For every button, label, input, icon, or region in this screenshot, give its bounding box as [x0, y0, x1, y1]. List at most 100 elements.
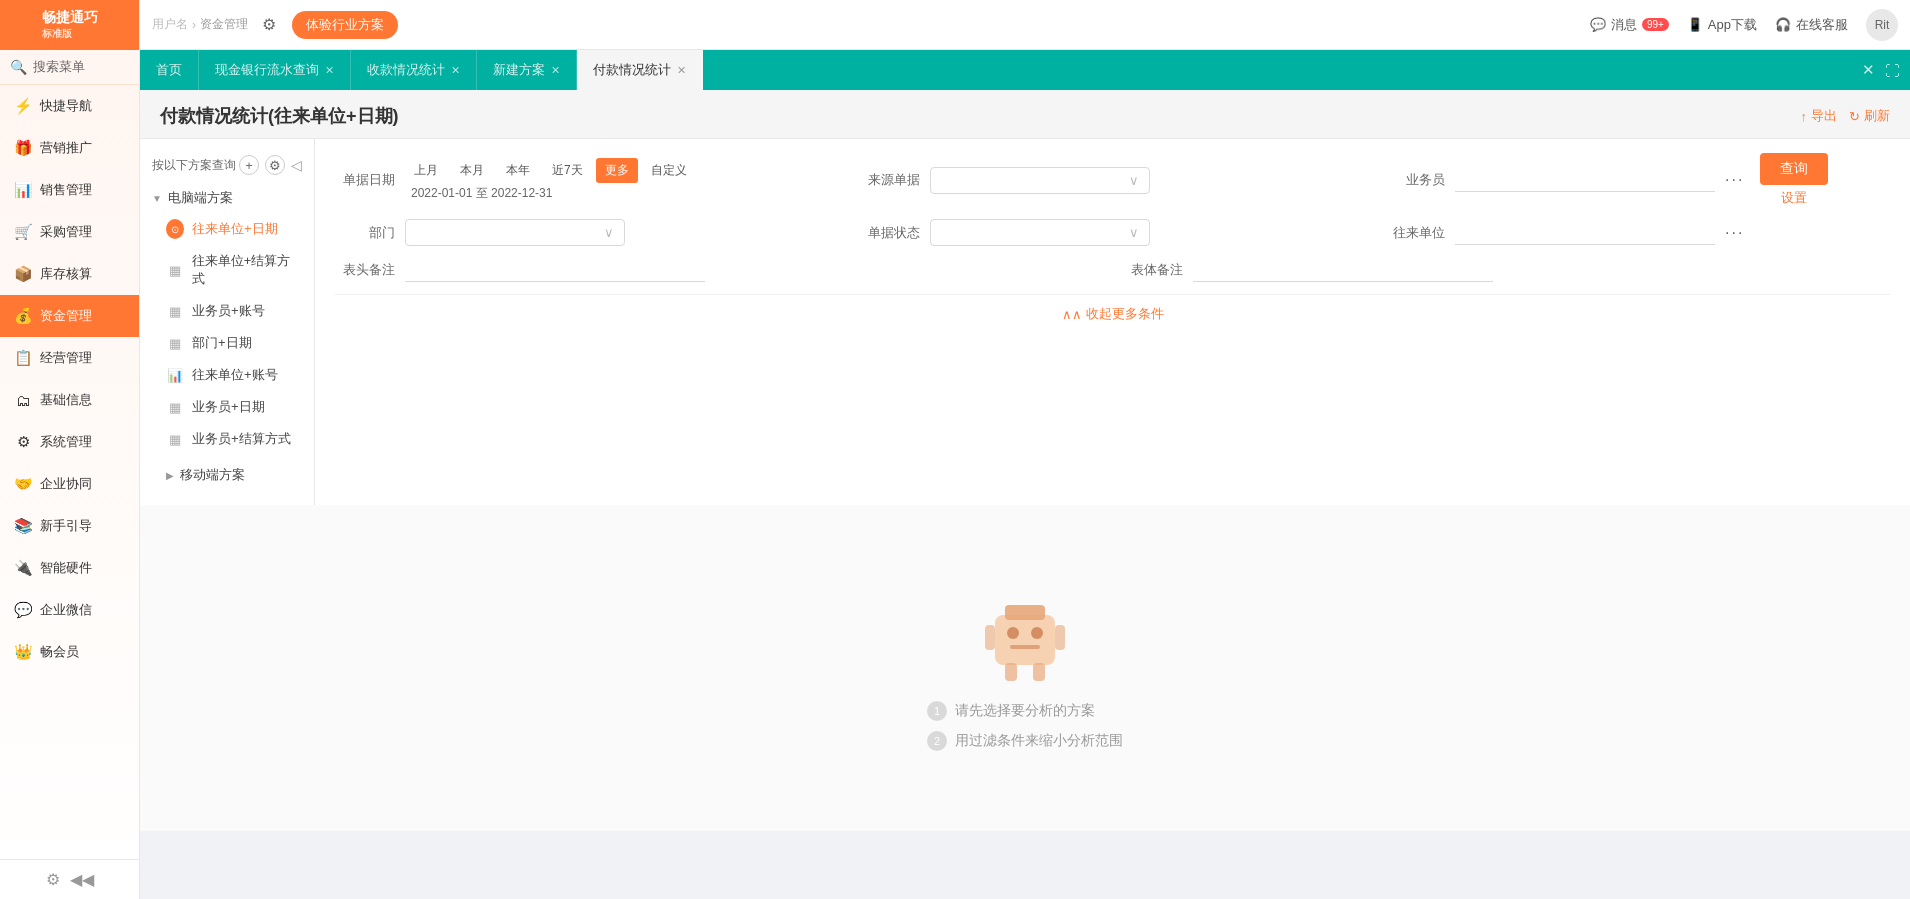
sidebar-item-quick-nav[interactable]: ⚡ 快捷导航: [0, 85, 139, 127]
scheme-item-dept-date[interactable]: ▦ 部门+日期: [140, 327, 314, 359]
marketing-icon: 🎁: [14, 139, 32, 157]
message-btn[interactable]: 💬 消息 99+: [1590, 16, 1669, 34]
date-filter-label: 单据日期: [335, 171, 395, 189]
filter-area: 单据日期 上月 本月 本年 近7天 更多 自定义 2022-01-01 至 20…: [315, 139, 1910, 505]
scheme-add-btn[interactable]: +: [239, 155, 259, 175]
tab-payment-close[interactable]: ✕: [677, 64, 686, 77]
sidebar-item-sales[interactable]: 📊 销售管理: [0, 169, 139, 211]
industry-btn[interactable]: 体验行业方案: [292, 11, 398, 39]
system-icon: ⚙: [14, 433, 32, 451]
scheme-item-salesman-account[interactable]: ▦ 业务员+账号: [140, 295, 314, 327]
sidebar-item-label: 库存核算: [40, 265, 92, 283]
header-note-input[interactable]: [405, 258, 705, 282]
scheme-item-label: 部门+日期: [192, 334, 252, 352]
salesman-dots[interactable]: ···: [1725, 171, 1744, 189]
sidebar-settings-btn[interactable]: ⚙: [46, 870, 60, 889]
export-label: 导出: [1811, 107, 1837, 125]
tab-collection[interactable]: 收款情况统计 ✕: [351, 50, 477, 90]
breadcrumb-user: 用户名: [152, 16, 188, 33]
status-filter-label: 单据状态: [860, 224, 920, 242]
sidebar-collapse-btn[interactable]: ◀◀: [70, 870, 94, 889]
message-icon: 💬: [1590, 17, 1606, 32]
app-label: App下载: [1708, 16, 1757, 34]
partner-dots[interactable]: ···: [1725, 224, 1744, 242]
scheme-item-salesman-date[interactable]: ▦ 业务员+日期: [140, 391, 314, 423]
service-btn[interactable]: 🎧 在线客服: [1775, 16, 1848, 34]
sidebar-item-label: 采购管理: [40, 223, 92, 241]
sidebar-item-basic[interactable]: 🗂 基础信息: [0, 379, 139, 421]
status-select[interactable]: ∨: [930, 219, 1150, 246]
body-note-input[interactable]: [1193, 258, 1493, 282]
tab-bank-flow[interactable]: 现金银行流水查询 ✕: [199, 50, 351, 90]
date-btn-this-month[interactable]: 本月: [451, 158, 493, 183]
date-btn-custom[interactable]: 自定义: [642, 158, 696, 183]
export-btn[interactable]: ↑ 导出: [1801, 107, 1838, 125]
sidebar-search[interactable]: 🔍 搜索菜单: [0, 50, 139, 85]
sidebar-item-enterprise[interactable]: 🤝 企业协同: [0, 463, 139, 505]
date-btn-7days[interactable]: 近7天: [543, 158, 592, 183]
sidebar-item-purchase[interactable]: 🛒 采购管理: [0, 211, 139, 253]
sidebar-item-label: 经营管理: [40, 349, 92, 367]
partner-filter-label: 往来单位: [1385, 224, 1445, 242]
scheme-item-label: 往来单位+账号: [192, 366, 278, 384]
empty-text: 1 请先选择要分析的方案 2 用过滤条件来缩小分析范围: [927, 701, 1123, 751]
scheme-item-partner-settle[interactable]: ▦ 往来单位+结算方式: [140, 245, 314, 295]
tabbar-close-all-icon[interactable]: ✕: [1862, 61, 1875, 79]
query-btn[interactable]: 查询: [1760, 153, 1828, 185]
content-area: 按以下方案查询 + ⚙ ◁ ▼ 电脑端方案: [140, 139, 1910, 505]
tab-collection-close[interactable]: ✕: [451, 64, 460, 77]
scheme-settings-btn[interactable]: ⚙: [265, 155, 285, 175]
sidebar-item-system[interactable]: ⚙ 系统管理: [0, 421, 139, 463]
dept-filter-label: 部门: [335, 224, 395, 242]
sidebar-item-label: 资金管理: [40, 307, 92, 325]
scheme-group-mobile: ▶ 移动端方案: [140, 459, 314, 491]
sidebar-item-hardware[interactable]: 🔌 智能硬件: [0, 547, 139, 589]
scheme-item-salesman-settle[interactable]: ▦ 业务员+结算方式: [140, 423, 314, 455]
empty-step-2: 2 用过滤条件来缩小分析范围: [927, 731, 1123, 751]
source-select[interactable]: ∨: [930, 167, 1150, 194]
page-header: 付款情况统计(往来单位+日期) ↑ 导出 ↻ 刷新: [140, 90, 1910, 139]
sidebar-item-guide[interactable]: 📚 新手引导: [0, 505, 139, 547]
scheme-group-mobile-title[interactable]: ▶ 移动端方案: [140, 459, 314, 491]
date-btn-more[interactable]: 更多: [596, 158, 638, 183]
tab-bank-flow-close[interactable]: ✕: [325, 64, 334, 77]
add-icon: +: [245, 158, 253, 173]
user-avatar[interactable]: Rit: [1866, 9, 1898, 41]
logo-name: 畅捷通巧: [42, 9, 98, 27]
scheme-group-desktop: ▼ 电脑端方案 ⊙ 往来单位+日期 ▦ 往来单位+结算方式 ▦ 业务员+账号: [140, 183, 314, 455]
tab-payment[interactable]: 付款情况统计 ✕: [577, 50, 703, 90]
tabbar-expand-icon[interactable]: ⛶: [1885, 62, 1900, 79]
app-download-btn[interactable]: 📱 App下载: [1687, 16, 1757, 34]
svg-point-3: [1031, 627, 1043, 639]
sidebar-item-marketing[interactable]: 🎁 营销推广: [0, 127, 139, 169]
sidebar-item-wechat[interactable]: 💬 企业微信: [0, 589, 139, 631]
tab-new-scheme-close[interactable]: ✕: [551, 64, 560, 77]
sidebar-item-capital[interactable]: 💰 资金管理: [0, 295, 139, 337]
sidebar-item-operation[interactable]: 📋 经营管理: [0, 337, 139, 379]
partner-input[interactable]: [1455, 221, 1715, 245]
tab-home[interactable]: 首页: [140, 50, 199, 90]
topbar-gear-icon[interactable]: ⚙: [262, 15, 276, 34]
date-btn-this-year[interactable]: 本年: [497, 158, 539, 183]
sidebar-item-inventory[interactable]: 📦 库存核算: [0, 253, 139, 295]
scheme-group-desktop-title[interactable]: ▼ 电脑端方案: [140, 183, 314, 213]
scheme-item-partner-account[interactable]: 📊 往来单位+账号: [140, 359, 314, 391]
dept-select[interactable]: ∨: [405, 219, 625, 246]
settings-link[interactable]: 设置: [1760, 189, 1828, 207]
sidebar-item-label: 销售管理: [40, 181, 92, 199]
salesman-input[interactable]: [1455, 168, 1715, 192]
table-icon: ▦: [166, 334, 184, 352]
scheme-collapse-icon[interactable]: ◁: [291, 157, 302, 173]
scheme-panel-actions: + ⚙ ◁: [239, 155, 302, 175]
svg-point-2: [1007, 627, 1019, 639]
sidebar-item-member[interactable]: 👑 畅会员: [0, 631, 139, 673]
table-icon: ▦: [166, 302, 184, 320]
tab-new-scheme[interactable]: 新建方案 ✕: [477, 50, 577, 90]
collapse-bar[interactable]: ∧∧ 收起更多条件: [335, 294, 1890, 333]
message-label: 消息: [1611, 16, 1637, 34]
source-filter-label: 来源单据: [860, 171, 920, 189]
wechat-icon: 💬: [14, 601, 32, 619]
scheme-item-partner-date[interactable]: ⊙ 往来单位+日期: [140, 213, 314, 245]
refresh-btn[interactable]: ↻ 刷新: [1849, 107, 1890, 125]
date-btn-last-month[interactable]: 上月: [405, 158, 447, 183]
